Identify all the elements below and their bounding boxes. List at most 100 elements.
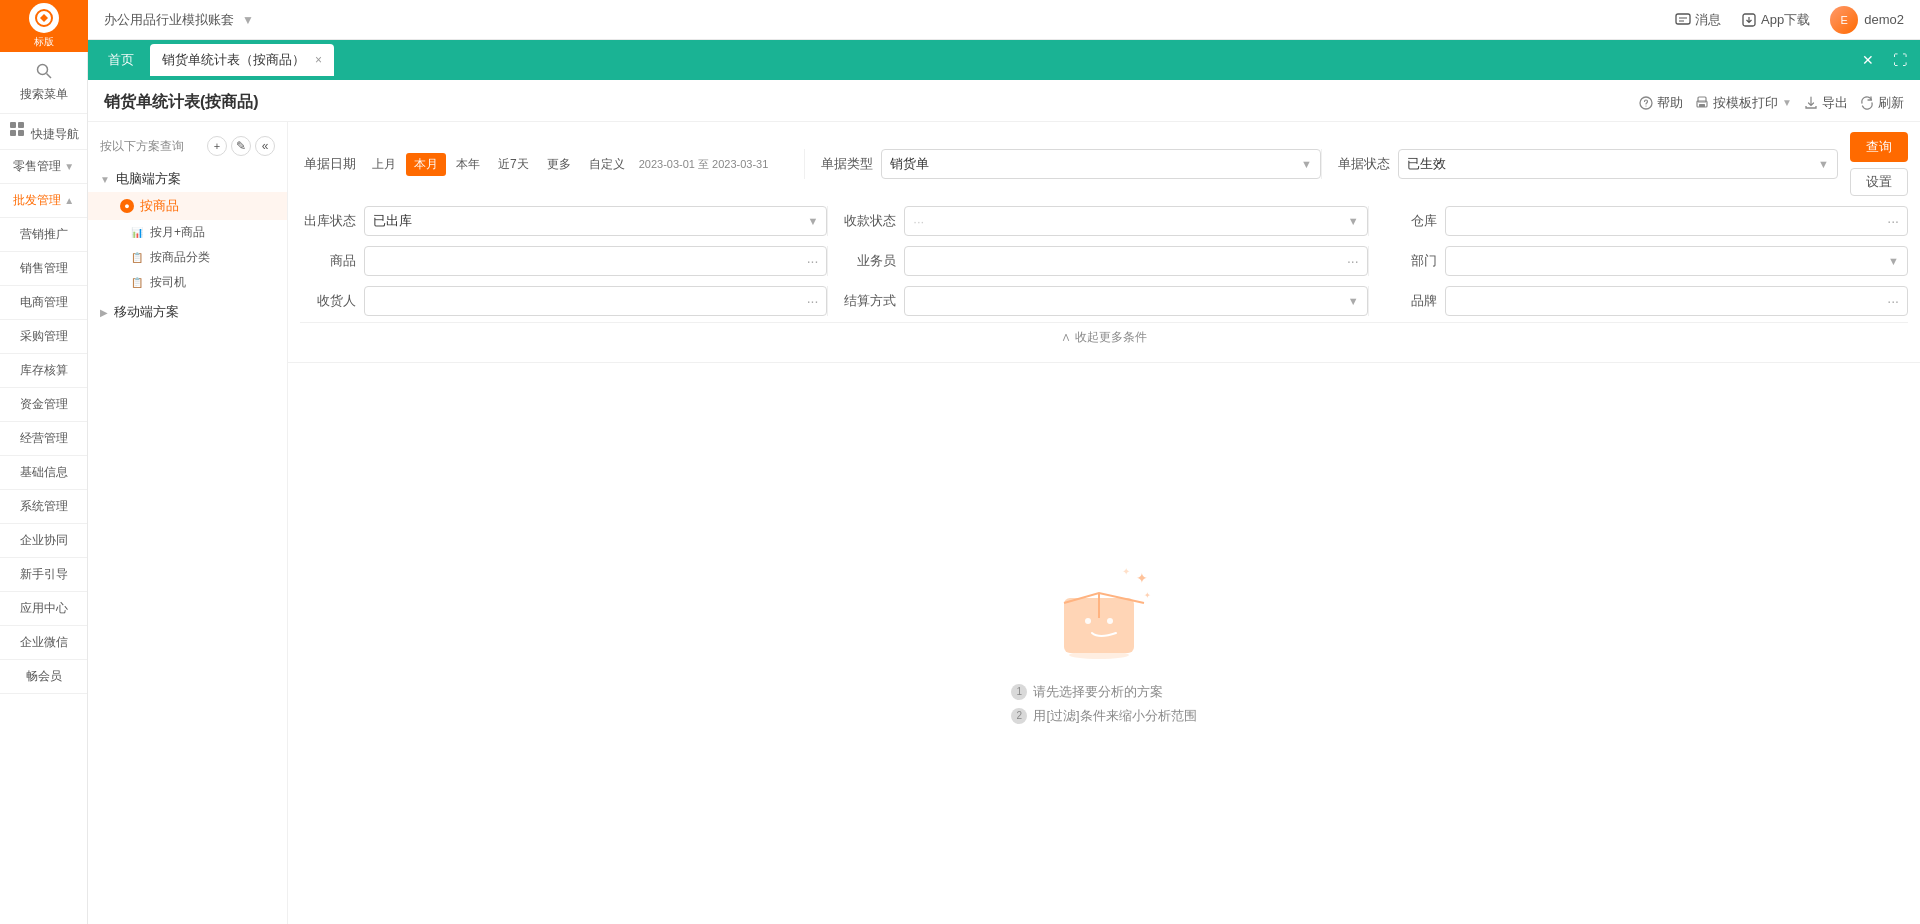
breadcrumb-dropdown-icon[interactable]: ▼ bbox=[242, 13, 254, 27]
active-scheme-dot: ● bbox=[120, 199, 134, 213]
operations-item[interactable]: 经营管理 bbox=[0, 422, 87, 456]
date-tab-more[interactable]: 更多 bbox=[539, 153, 579, 176]
warehouse-dots[interactable]: ··· bbox=[1887, 213, 1899, 229]
print-dropdown-icon[interactable]: ▼ bbox=[1782, 97, 1792, 108]
filter-doc-type-cell: 单据类型 销货单 ▼ bbox=[804, 149, 1321, 179]
message-action[interactable]: 消息 bbox=[1675, 11, 1721, 29]
filter-consignee-cell: 收货人 ··· bbox=[300, 286, 827, 316]
system-item[interactable]: 系统管理 bbox=[0, 490, 87, 524]
svg-rect-13 bbox=[1699, 104, 1705, 107]
edit-scheme-icon[interactable]: ✎ bbox=[231, 136, 251, 156]
tab-home[interactable]: 首页 bbox=[96, 44, 146, 76]
inventory-item[interactable]: 库存核算 bbox=[0, 354, 87, 388]
retail-management-item[interactable]: 零售管理 ▼ bbox=[0, 150, 87, 184]
salesperson-input[interactable]: ··· bbox=[904, 246, 1367, 276]
quick-nav-item[interactable]: 快捷导航 bbox=[0, 114, 87, 150]
date-tab-custom[interactable]: 自定义 bbox=[581, 153, 633, 176]
app-center-item[interactable]: 应用中心 bbox=[0, 592, 87, 626]
tab-bar: 首页 销货单统计表（按商品） × ✕ ⛶ bbox=[88, 40, 1920, 80]
scheme-item-by-driver[interactable]: 📋 按司机 bbox=[88, 270, 287, 295]
print-btn[interactable]: 按模板打印 ▼ bbox=[1695, 94, 1792, 112]
filter-settlement-cell: 结算方式 ▼ bbox=[827, 286, 1367, 316]
scheme-item-by-goods[interactable]: ● 按商品 bbox=[88, 192, 287, 220]
svg-rect-7 bbox=[1676, 14, 1690, 24]
dept-dropdown-icon: ▼ bbox=[1888, 255, 1899, 267]
tab-close-window-btn[interactable]: ✕ bbox=[1856, 48, 1880, 72]
filter-results-area: 单据日期 上月 本月 本年 近7天 更多 自定义 2023-03-01 至 20… bbox=[288, 122, 1920, 924]
empty-tips: 1 请先选择要分析的方案 2 用[过滤]条件来缩小分析范围 bbox=[1011, 683, 1196, 725]
settlement-input[interactable]: ▼ bbox=[904, 286, 1367, 316]
warehouse-input[interactable]: ··· bbox=[1445, 206, 1908, 236]
brand-label: 品牌 bbox=[1381, 292, 1445, 310]
scheme-sub-icon-3: 📋 bbox=[130, 276, 144, 290]
date-tab-this-year[interactable]: 本年 bbox=[448, 153, 488, 176]
app-download-action[interactable]: App下载 bbox=[1741, 11, 1810, 29]
consignee-dots[interactable]: ··· bbox=[807, 293, 819, 309]
date-range-text: 2023-03-01 至 2023-03-31 bbox=[639, 157, 769, 172]
enterprise-wechat-item[interactable]: 企业微信 bbox=[0, 626, 87, 660]
goods-input[interactable]: ··· bbox=[364, 246, 827, 276]
doc-type-input[interactable]: 销货单 ▼ bbox=[881, 149, 1321, 179]
purchase-item[interactable]: 采购管理 bbox=[0, 320, 87, 354]
ecommerce-item[interactable]: 电商管理 bbox=[0, 286, 87, 320]
tab-active-label: 销货单统计表（按商品） bbox=[162, 51, 305, 69]
collapse-filter-btn[interactable]: ∧ 收起更多条件 bbox=[300, 322, 1908, 352]
tab-maximize-btn[interactable]: ⛶ bbox=[1888, 48, 1912, 72]
svg-text:✦: ✦ bbox=[1136, 570, 1148, 586]
query-button[interactable]: 查询 bbox=[1850, 132, 1908, 162]
basic-info-item[interactable]: 基础信息 bbox=[0, 456, 87, 490]
app-download-label: App下载 bbox=[1761, 11, 1810, 29]
scheme-group-mobile-header[interactable]: ▶ 移动端方案 bbox=[88, 299, 287, 325]
sales-management-item[interactable]: 销售管理 bbox=[0, 252, 87, 286]
scheme-group-mobile-label: 移动端方案 bbox=[114, 303, 179, 321]
svg-point-15 bbox=[1085, 618, 1091, 624]
doc-status-input[interactable]: 已生效 ▼ bbox=[1398, 149, 1838, 179]
collapse-scheme-icon[interactable]: « bbox=[255, 136, 275, 156]
avatar-initials: E bbox=[1841, 14, 1848, 26]
brand-input[interactable]: ··· bbox=[1445, 286, 1908, 316]
empty-state: ✦ ✦ ✦ 1 请先选择要分析的方案 2 bbox=[288, 363, 1920, 924]
breadcrumb-text: 办公用品行业模拟账套 bbox=[104, 11, 234, 29]
logo-icon bbox=[29, 3, 59, 33]
add-scheme-icon[interactable]: + bbox=[207, 136, 227, 156]
enterprise-collab-item[interactable]: 企业协同 bbox=[0, 524, 87, 558]
scheme-panel-header: 按以下方案查询 + ✎ « bbox=[88, 130, 287, 162]
brand-dots[interactable]: ··· bbox=[1887, 293, 1899, 309]
scheme-group-mobile-arrow-icon: ▶ bbox=[100, 307, 108, 318]
salesperson-dots[interactable]: ··· bbox=[1347, 253, 1359, 269]
settings-button[interactable]: 设置 bbox=[1850, 168, 1908, 196]
empty-tip-1: 1 请先选择要分析的方案 bbox=[1011, 683, 1196, 701]
scheme-panel-actions: + ✎ « bbox=[207, 136, 275, 156]
filter-date-cell: 单据日期 上月 本月 本年 近7天 更多 自定义 2023-03-01 至 20… bbox=[300, 153, 804, 176]
export-btn[interactable]: 导出 bbox=[1804, 94, 1848, 112]
receipt-status-input[interactable]: ··· ▼ bbox=[904, 206, 1367, 236]
scheme-sub-icon-2: 📋 bbox=[130, 251, 144, 265]
date-tab-this-month[interactable]: 本月 bbox=[406, 153, 446, 176]
wholesale-management-item[interactable]: 批发管理 ▲ bbox=[0, 184, 87, 218]
help-btn[interactable]: 帮助 bbox=[1639, 94, 1683, 112]
date-tab-7days[interactable]: 近7天 bbox=[490, 153, 537, 176]
membership-item[interactable]: 畅会员 bbox=[0, 660, 87, 694]
sidebar: 标版 搜索菜单 快捷导航 零售管理 ▼ 批发管理 ▲ 营销推广 销售管理 电商管… bbox=[0, 0, 88, 924]
refresh-btn[interactable]: 刷新 bbox=[1860, 94, 1904, 112]
search-menu-item[interactable]: 搜索菜单 bbox=[0, 52, 87, 114]
finance-item[interactable]: 资金管理 bbox=[0, 388, 87, 422]
tab-close-icon[interactable]: × bbox=[315, 53, 322, 67]
tip-text-1: 请先选择要分析的方案 bbox=[1033, 683, 1163, 701]
page-content: 销货单统计表(按商品) 帮助 按模板打印 ▼ 导出 刷新 bbox=[88, 80, 1920, 924]
dept-input[interactable]: ▼ bbox=[1445, 246, 1908, 276]
tab-active[interactable]: 销货单统计表（按商品） × bbox=[150, 44, 334, 76]
filter-salesperson-cell: 业务员 ··· bbox=[827, 246, 1367, 276]
onboarding-item[interactable]: 新手引导 bbox=[0, 558, 87, 592]
scheme-group-pc-header[interactable]: ▼ 电脑端方案 bbox=[88, 166, 287, 192]
out-status-input[interactable]: 已出库 ▼ bbox=[364, 206, 827, 236]
scheme-item-by-category[interactable]: 📋 按商品分类 bbox=[88, 245, 287, 270]
scheme-item-by-month-goods[interactable]: 📊 按月+商品 bbox=[88, 220, 287, 245]
filter-row-3: 商品 ··· 业务员 ··· bbox=[300, 246, 1908, 276]
goods-dots[interactable]: ··· bbox=[807, 253, 819, 269]
user-profile[interactable]: E demo2 bbox=[1830, 6, 1904, 34]
consignee-input[interactable]: ··· bbox=[364, 286, 827, 316]
marketing-item[interactable]: 营销推广 bbox=[0, 218, 87, 252]
export-label: 导出 bbox=[1822, 94, 1848, 112]
date-tab-last-month[interactable]: 上月 bbox=[364, 153, 404, 176]
